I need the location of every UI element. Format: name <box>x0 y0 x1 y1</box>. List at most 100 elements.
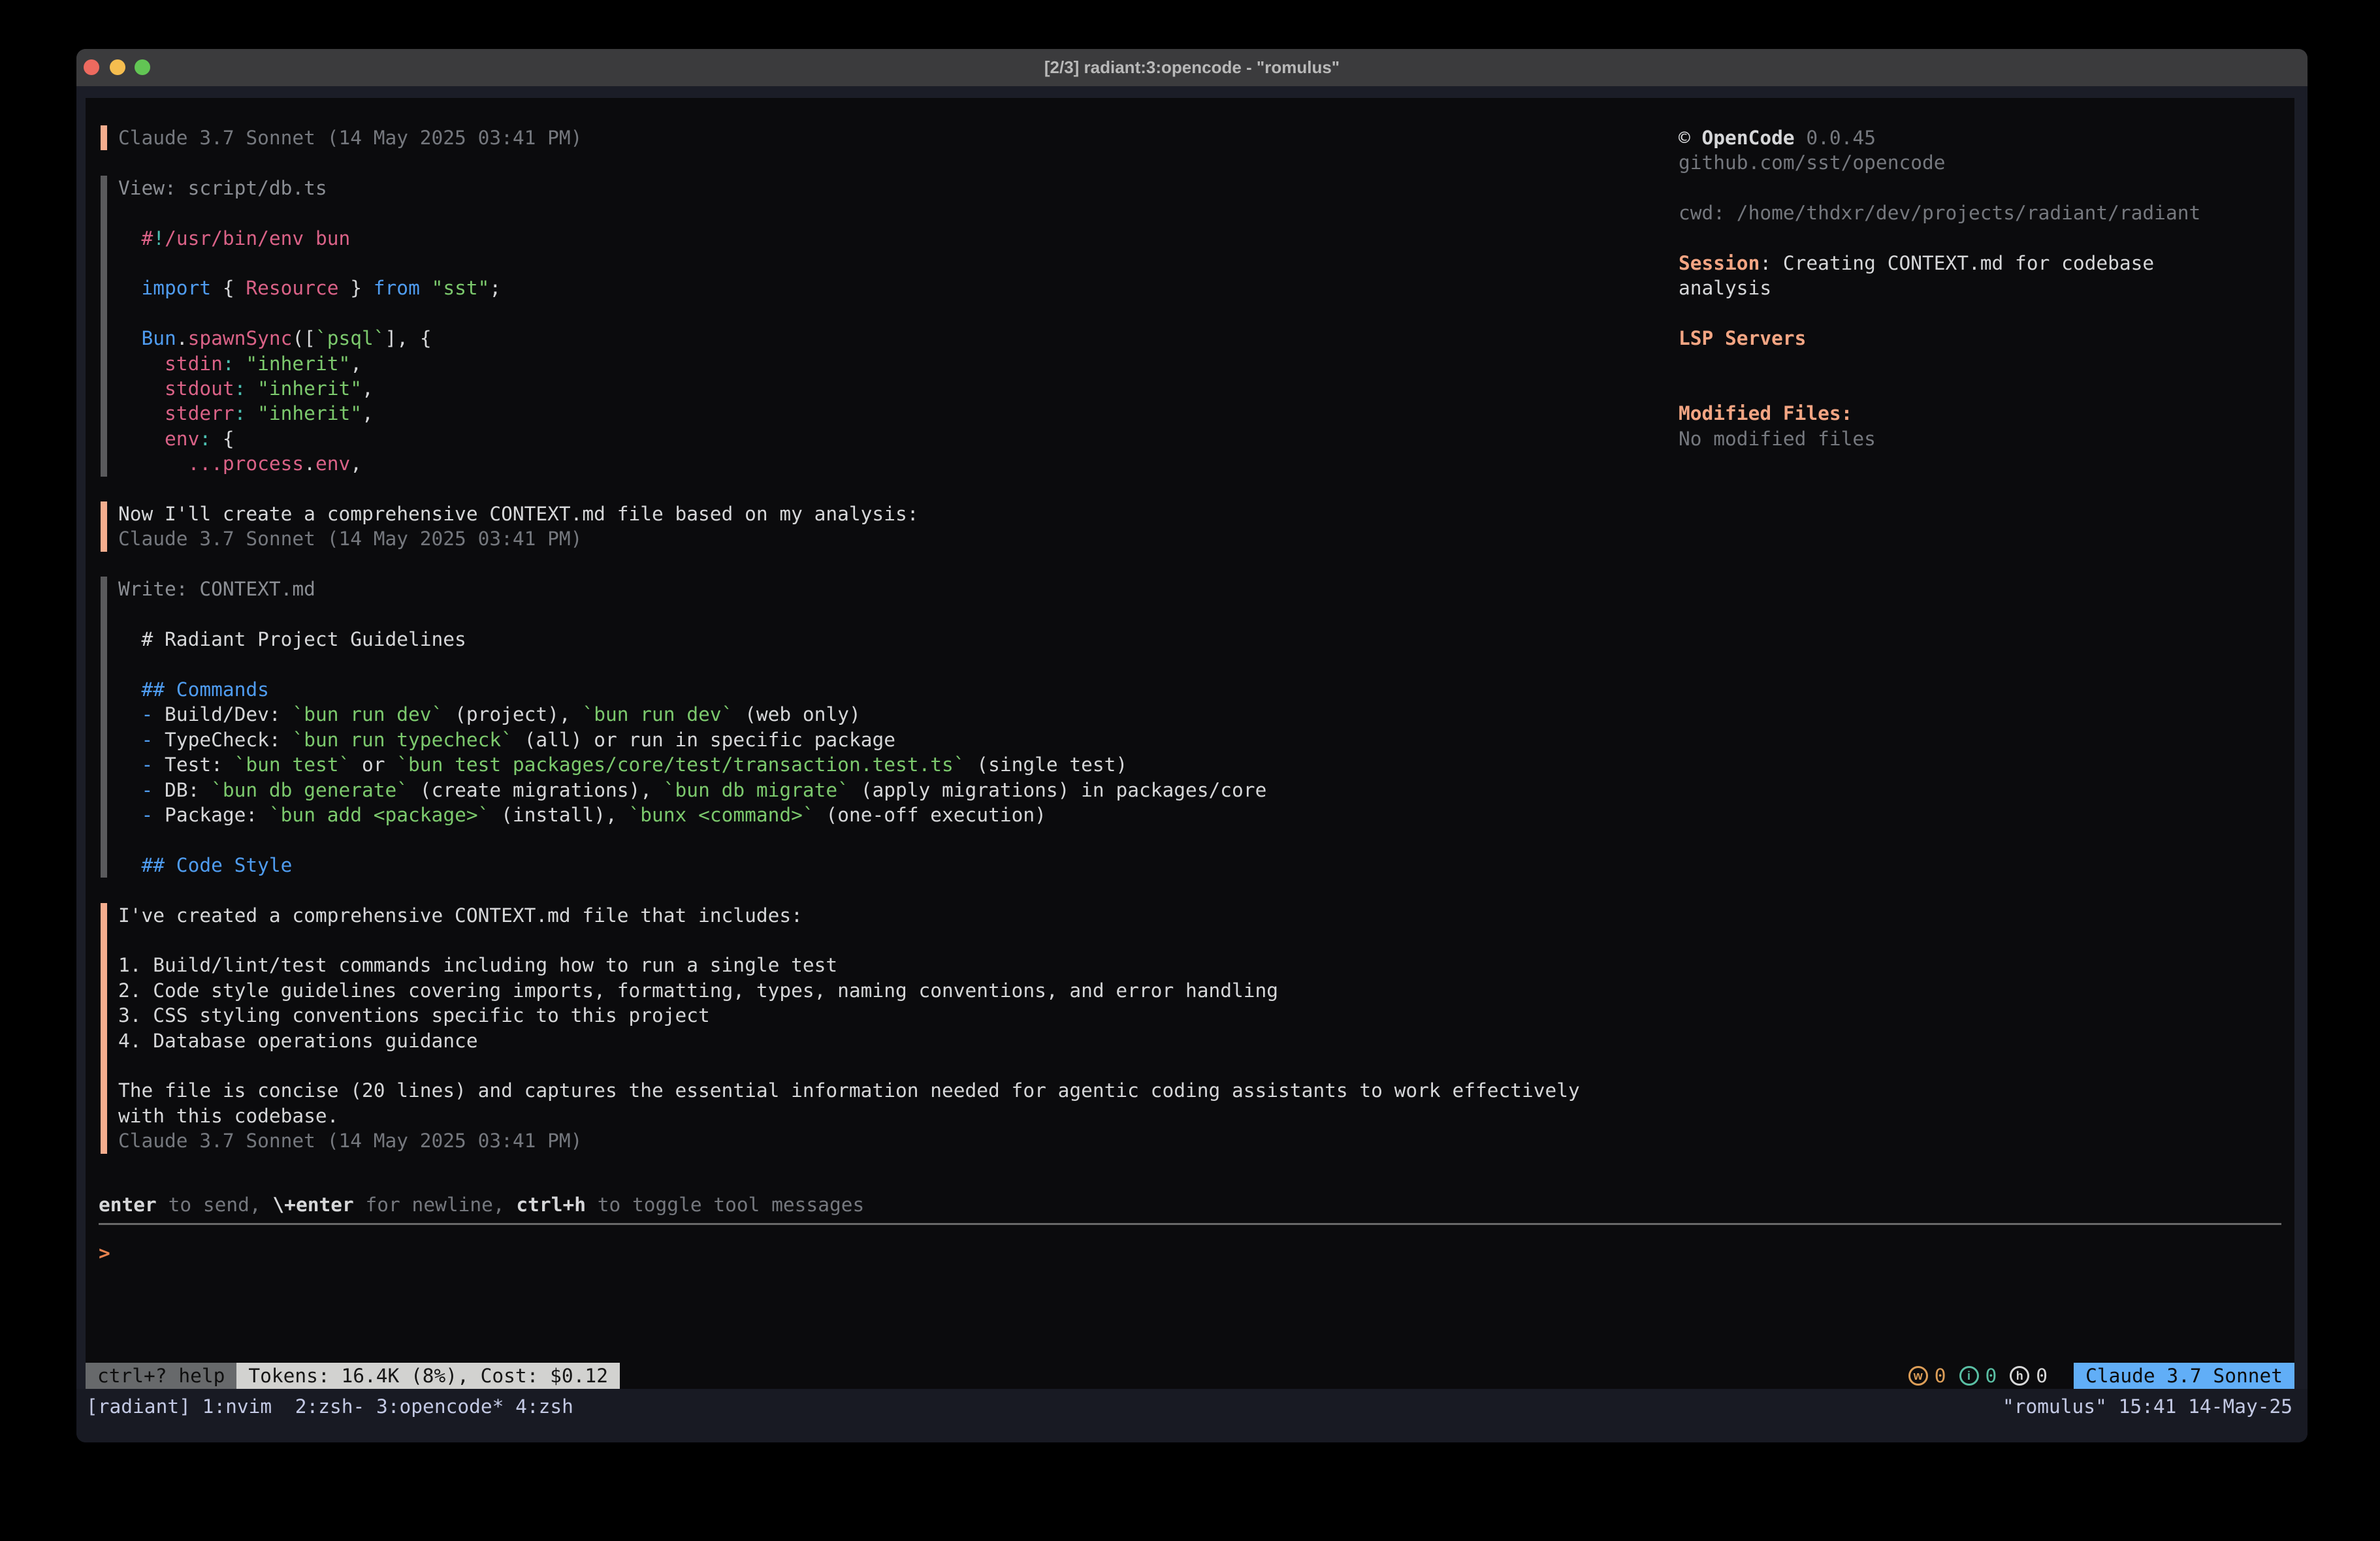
text-segment: Build/Dev: <box>153 703 292 725</box>
text-segment: - <box>118 729 153 751</box>
text-segment: "inherit" <box>257 402 362 424</box>
terminal-line: #!/usr/bin/env bun <box>118 226 501 251</box>
terminal-line <box>118 602 1266 627</box>
text-segment: `bun test packages/core/test/transaction… <box>396 754 965 776</box>
tool-block: View: script/db.ts #!/usr/bin/env bun im… <box>101 176 1580 477</box>
tool-block: Write: CONTEXT.md # Radiant Project Guid… <box>101 577 1580 878</box>
terminal-line: enter to send, \+enter for newline, ctrl… <box>99 1192 864 1217</box>
input-separator <box>99 1223 2281 1225</box>
text-segment: Write: CONTEXT.md <box>118 578 315 600</box>
text-segment: (single test) <box>965 754 1128 776</box>
prompt-input[interactable]: > <box>99 1241 110 1265</box>
text-segment: Package: <box>153 804 269 826</box>
terminal-line: stdout: "inherit", <box>118 376 501 401</box>
text-segment: "inherit" <box>257 377 362 400</box>
text-segment: : <box>234 377 246 400</box>
text-segment: 4. Database operations guidance <box>118 1030 478 1052</box>
terminal-line: with this codebase. <box>118 1104 1580 1128</box>
message-block: Claude 3.7 Sonnet (14 May 2025 03:41 PM) <box>101 125 1580 150</box>
text-segment: github.com/sst/opencode <box>1679 151 1946 174</box>
text-segment: ...process <box>188 453 304 475</box>
text-segment: stderr <box>118 402 234 424</box>
text-segment: } <box>338 277 373 299</box>
text-segment: stdin <box>118 353 223 375</box>
session-sidebar: © OpenCode 0.0.45github.com/sst/opencode… <box>1679 125 2286 451</box>
keybinding-help-line: enter to send, \+enter for newline, ctrl… <box>99 1192 864 1217</box>
terminal-line: - TypeCheck: `bun run typecheck` (all) o… <box>118 727 1266 752</box>
h-circle-icon: h0 <box>2010 1363 2048 1388</box>
text-segment: (project), <box>443 703 582 725</box>
minimize-button[interactable] <box>110 59 125 75</box>
text-segment: env <box>315 453 350 475</box>
terminal-line: Bun.spawnSync([`psql`], { <box>118 326 501 351</box>
terminal-line: - Build/Dev: `bun run dev` (project), `b… <box>118 702 1266 727</box>
terminal-line: 1. Build/lint/test commands including ho… <box>118 953 1580 977</box>
terminal-line <box>118 928 1580 953</box>
text-segment: Claude 3.7 Sonnet (14 May 2025 03:41 PM) <box>118 127 582 149</box>
zoom-button[interactable] <box>135 59 150 75</box>
terminal-line: Claude 3.7 Sonnet (14 May 2025 03:41 PM) <box>118 1128 1580 1153</box>
diagnostic-count: 0 <box>1986 1363 1997 1388</box>
text-segment: `psql` <box>315 327 385 349</box>
text-segment: ; <box>489 277 501 299</box>
terminal-line <box>1679 351 2286 376</box>
text-segment: LSP Servers <box>1679 327 1806 349</box>
text-segment: Modified Files: <box>1679 402 1852 424</box>
model-badge[interactable]: Claude 3.7 Sonnet <box>2074 1363 2294 1389</box>
window-title: [2/3] radiant:3:opencode - "romulus" <box>1044 57 1340 78</box>
window-titlebar[interactable]: [2/3] radiant:3:opencode - "romulus" <box>76 49 2308 86</box>
terminal-line: analysis <box>1679 276 2286 300</box>
text-segment: { <box>211 277 246 299</box>
text-segment: `bun run dev` <box>292 703 443 725</box>
text-segment: - <box>118 703 153 725</box>
terminal-line: Claude 3.7 Sonnet (14 May 2025 03:41 PM) <box>118 125 582 150</box>
text-segment: - <box>118 779 153 801</box>
text-segment: `bun run typecheck` <box>292 729 512 751</box>
text-segment: `bun run dev` <box>582 703 733 725</box>
tokens-cost-chip: Tokens: 16.4K (8%), Cost: $0.12 <box>236 1363 620 1389</box>
text-segment: # Radiant Project Guidelines <box>118 628 466 650</box>
terminal-line: cwd: /home/thdxr/dev/projects/radiant/ra… <box>1679 200 2286 225</box>
text-segment: : <box>223 353 234 375</box>
terminal-line: - DB: `bun db generate` (create migratio… <box>118 778 1266 802</box>
text-segment: No modified files <box>1679 428 1876 450</box>
text-segment: TypeCheck: <box>153 729 292 751</box>
diagnostic-count: 0 <box>1935 1363 1946 1388</box>
text-segment: Test: <box>153 754 234 776</box>
text-segment: ], { <box>385 327 432 349</box>
text-segment: (install), <box>489 804 628 826</box>
tmux-session-windows[interactable]: [radiant] 1:nvim 2:zsh- 3:opencode* 4:zs… <box>86 1392 573 1421</box>
terminal-line: ...process.env, <box>118 451 501 476</box>
text-segment: stdout <box>118 377 234 400</box>
text-segment: enter <box>99 1194 157 1216</box>
diagnostic-count: 0 <box>2036 1363 2048 1388</box>
terminal-line: github.com/sst/opencode <box>1679 150 2286 175</box>
text-segment: ctrl+h <box>516 1194 586 1216</box>
message-accent-bar <box>101 903 107 1154</box>
text-segment: Now I'll create a comprehensive CONTEXT.… <box>118 503 918 525</box>
terminal-line <box>118 301 501 326</box>
terminal-line: stdin: "inherit", <box>118 351 501 376</box>
text-segment: OpenCode <box>1702 127 1795 149</box>
terminal-line: ## Code Style <box>118 853 1266 878</box>
text-segment: from <box>374 277 420 299</box>
terminal-line <box>118 200 501 225</box>
text-segment: Bun <box>118 327 176 349</box>
text-segment: { <box>211 428 234 450</box>
tmux-status-bar: [radiant] 1:nvim 2:zsh- 3:opencode* 4:zs… <box>76 1389 2308 1442</box>
text-segment: "inherit" <box>246 353 350 375</box>
terminal-line: 3. CSS styling conventions specific to t… <box>118 1003 1580 1028</box>
message-accent-bar <box>101 125 107 150</box>
terminal-line: Now I'll create a comprehensive CONTEXT.… <box>118 501 918 526</box>
close-button[interactable] <box>84 59 99 75</box>
text-segment: `bun add <package>` <box>269 804 489 826</box>
opencode-status-bar: ctrl+? help Tokens: 16.4K (8%), Cost: $0… <box>86 1363 2294 1389</box>
help-shortcut-chip[interactable]: ctrl+? help <box>86 1363 236 1389</box>
text-segment: to toggle tool messages <box>586 1194 864 1216</box>
diagnostics-counters: w0i0h0 <box>1908 1363 2048 1388</box>
text-segment: I've created a comprehensive CONTEXT.md … <box>118 904 803 927</box>
terminal-window: [2/3] radiant:3:opencode - "romulus" Cla… <box>76 49 2308 1442</box>
terminal-line: Modified Files: <box>1679 401 2286 426</box>
terminal-line: 4. Database operations guidance <box>118 1028 1580 1053</box>
terminal-line: - Test: `bun test` or `bun test packages… <box>118 752 1266 777</box>
